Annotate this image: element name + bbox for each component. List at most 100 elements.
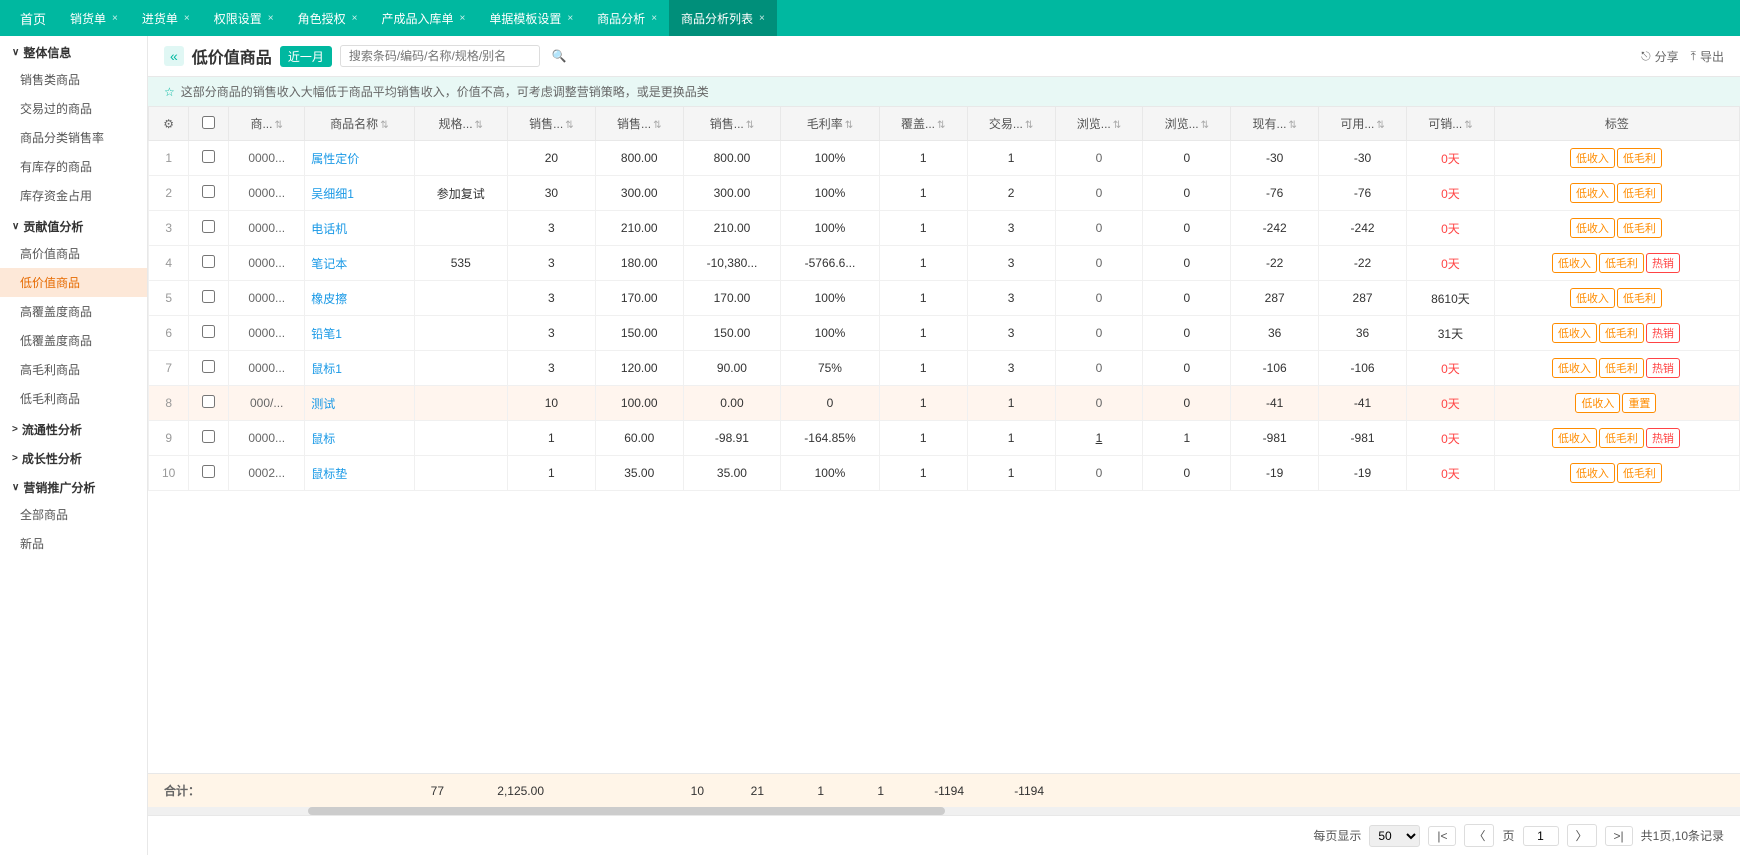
filter-tag-recent-month[interactable]: 近一月 (280, 46, 332, 67)
scrollbar-thumb[interactable] (308, 807, 945, 815)
nav-close-purchase-order[interactable]: × (184, 13, 190, 24)
sidebar-group-overall[interactable]: ∨ 整体信息 (0, 36, 147, 65)
sidebar-item-low-margin[interactable]: 低毛利商品 (0, 384, 147, 413)
col-trade[interactable]: 交易...⇅ (967, 107, 1055, 141)
nav-role-auth[interactable]: 角色授权 × (286, 0, 370, 36)
row-checkbox[interactable] (202, 465, 215, 478)
search-input[interactable] (340, 45, 540, 67)
cell-name[interactable]: 测试 (305, 386, 414, 421)
nav-product-storage[interactable]: 产成品入库单 × (369, 0, 477, 36)
cell-name[interactable]: 鼠标 (305, 421, 414, 456)
col-qty[interactable]: 销售...⇅ (507, 107, 595, 141)
search-icon[interactable]: 🔍 (552, 49, 567, 63)
cell-name[interactable]: 鼠标垫 (305, 456, 414, 491)
cell-view1[interactable]: 1 (1055, 421, 1143, 456)
sidebar-item-high-coverage[interactable]: 高覆盖度商品 (0, 297, 147, 326)
next-page-button[interactable]: 〉 (1567, 824, 1597, 847)
sidebar-collapse-button[interactable]: « (164, 46, 184, 66)
row-checkbox[interactable] (202, 150, 215, 163)
nav-home[interactable]: 首页 (8, 0, 58, 36)
nav-close-sales-order[interactable]: × (112, 13, 118, 24)
sidebar-group-contribution[interactable]: ∨ 贡献值分析 (0, 210, 147, 239)
cell-checkbox[interactable] (189, 176, 229, 211)
col-view1[interactable]: 浏览...⇅ (1055, 107, 1143, 141)
cell-checkbox[interactable] (189, 281, 229, 316)
page-number-input[interactable] (1523, 826, 1559, 846)
col-gear[interactable]: ⚙ (149, 107, 189, 141)
sidebar-item-new-products[interactable]: 新品 (0, 529, 147, 558)
col-checkbox[interactable] (189, 107, 229, 141)
sidebar-item-stock-capital[interactable]: 库存资金占用 (0, 181, 147, 210)
sidebar-item-high-margin[interactable]: 高毛利商品 (0, 355, 147, 384)
sidebar-item-sales-products[interactable]: 销售类商品 (0, 65, 147, 94)
first-page-button[interactable]: |< (1428, 826, 1456, 846)
cell-name[interactable]: 鼠标1 (305, 351, 414, 386)
cell-checkbox[interactable] (189, 316, 229, 351)
nav-close-template-settings[interactable]: × (567, 13, 573, 24)
row-checkbox[interactable] (202, 325, 215, 338)
cell-checkbox[interactable] (189, 386, 229, 421)
cell-checkbox[interactable] (189, 421, 229, 456)
sidebar-group-growth[interactable]: > 成长性分析 (0, 442, 147, 471)
row-checkbox[interactable] (202, 220, 215, 233)
cell-checkbox[interactable] (189, 351, 229, 386)
col-margin[interactable]: 毛利率⇅ (781, 107, 880, 141)
last-page-button[interactable]: >| (1605, 826, 1633, 846)
cell-num: 2 (149, 176, 189, 211)
cell-checkbox[interactable] (189, 246, 229, 281)
col-view2[interactable]: 浏览...⇅ (1143, 107, 1231, 141)
row-checkbox[interactable] (202, 255, 215, 268)
nav-close-product-analysis-list[interactable]: × (759, 13, 765, 24)
nav-template-settings[interactable]: 单据模板设置 × (477, 0, 585, 36)
col-code[interactable]: 商...⇅ (229, 107, 305, 141)
cell-checkbox[interactable] (189, 211, 229, 246)
nav-sales-order[interactable]: 销货单 × (58, 0, 130, 36)
row-checkbox[interactable] (202, 290, 215, 303)
col-available[interactable]: 可用...⇅ (1319, 107, 1407, 141)
sidebar-item-category-sales-rate[interactable]: 商品分类销售率 (0, 123, 147, 152)
sidebar-item-stock-products[interactable]: 有库存的商品 (0, 152, 147, 181)
row-checkbox[interactable] (202, 430, 215, 443)
nav-close-role-auth[interactable]: × (352, 13, 358, 24)
row-checkbox[interactable] (202, 395, 215, 408)
sidebar-group-liquidity[interactable]: > 流通性分析 (0, 413, 147, 442)
col-name[interactable]: 商品名称⇅ (305, 107, 414, 141)
prev-page-button[interactable]: 〈 (1464, 824, 1494, 847)
cell-checkbox[interactable] (189, 141, 229, 176)
sidebar-item-traded-products[interactable]: 交易过的商品 (0, 94, 147, 123)
cell-name[interactable]: 笔记本 (305, 246, 414, 281)
cell-name[interactable]: 属性定价 (305, 141, 414, 176)
export-button[interactable]: ⤒ 导出 (1691, 48, 1724, 65)
cell-name[interactable]: 电话机 (305, 211, 414, 246)
nav-product-analysis[interactable]: 商品分析 × (585, 0, 669, 36)
share-button[interactable]: ⎋ 分享 (1641, 48, 1679, 65)
settings-icon[interactable]: ⚙ (163, 117, 174, 131)
col-spec[interactable]: 规格...⇅ (414, 107, 507, 141)
sidebar-item-all-products[interactable]: 全部商品 (0, 500, 147, 529)
horizontal-scrollbar[interactable] (148, 807, 1740, 815)
col-cost[interactable]: 销售...⇅ (683, 107, 781, 141)
col-coverage[interactable]: 覆盖...⇅ (879, 107, 967, 141)
cell-name[interactable]: 铅笔1 (305, 316, 414, 351)
select-all-checkbox[interactable] (202, 116, 215, 129)
sidebar-item-low-value[interactable]: 低价值商品 (0, 268, 147, 297)
col-sellable[interactable]: 可销...⇅ (1407, 107, 1495, 141)
page-size-select[interactable]: 50 100 200 (1369, 825, 1420, 847)
col-amount[interactable]: 销售...⇅ (595, 107, 683, 141)
cell-name[interactable]: 橡皮擦 (305, 281, 414, 316)
row-checkbox[interactable] (202, 360, 215, 373)
col-current[interactable]: 现有...⇅ (1231, 107, 1319, 141)
nav-close-product-analysis[interactable]: × (651, 13, 657, 24)
nav-permissions[interactable]: 权限设置 × (202, 0, 286, 36)
sidebar-item-high-value[interactable]: 高价值商品 (0, 239, 147, 268)
cell-name[interactable]: 吴细细1 (305, 176, 414, 211)
tag-badge: 低毛利 (1617, 463, 1662, 483)
nav-product-analysis-list[interactable]: 商品分析列表 × (669, 0, 777, 36)
nav-purchase-order[interactable]: 进货单 × (130, 0, 202, 36)
sidebar-group-marketing[interactable]: ∨ 营销推广分析 (0, 471, 147, 500)
nav-close-product-storage[interactable]: × (459, 13, 465, 24)
nav-close-permissions[interactable]: × (268, 13, 274, 24)
row-checkbox[interactable] (202, 185, 215, 198)
sidebar-item-low-coverage[interactable]: 低覆盖度商品 (0, 326, 147, 355)
cell-checkbox[interactable] (189, 456, 229, 491)
